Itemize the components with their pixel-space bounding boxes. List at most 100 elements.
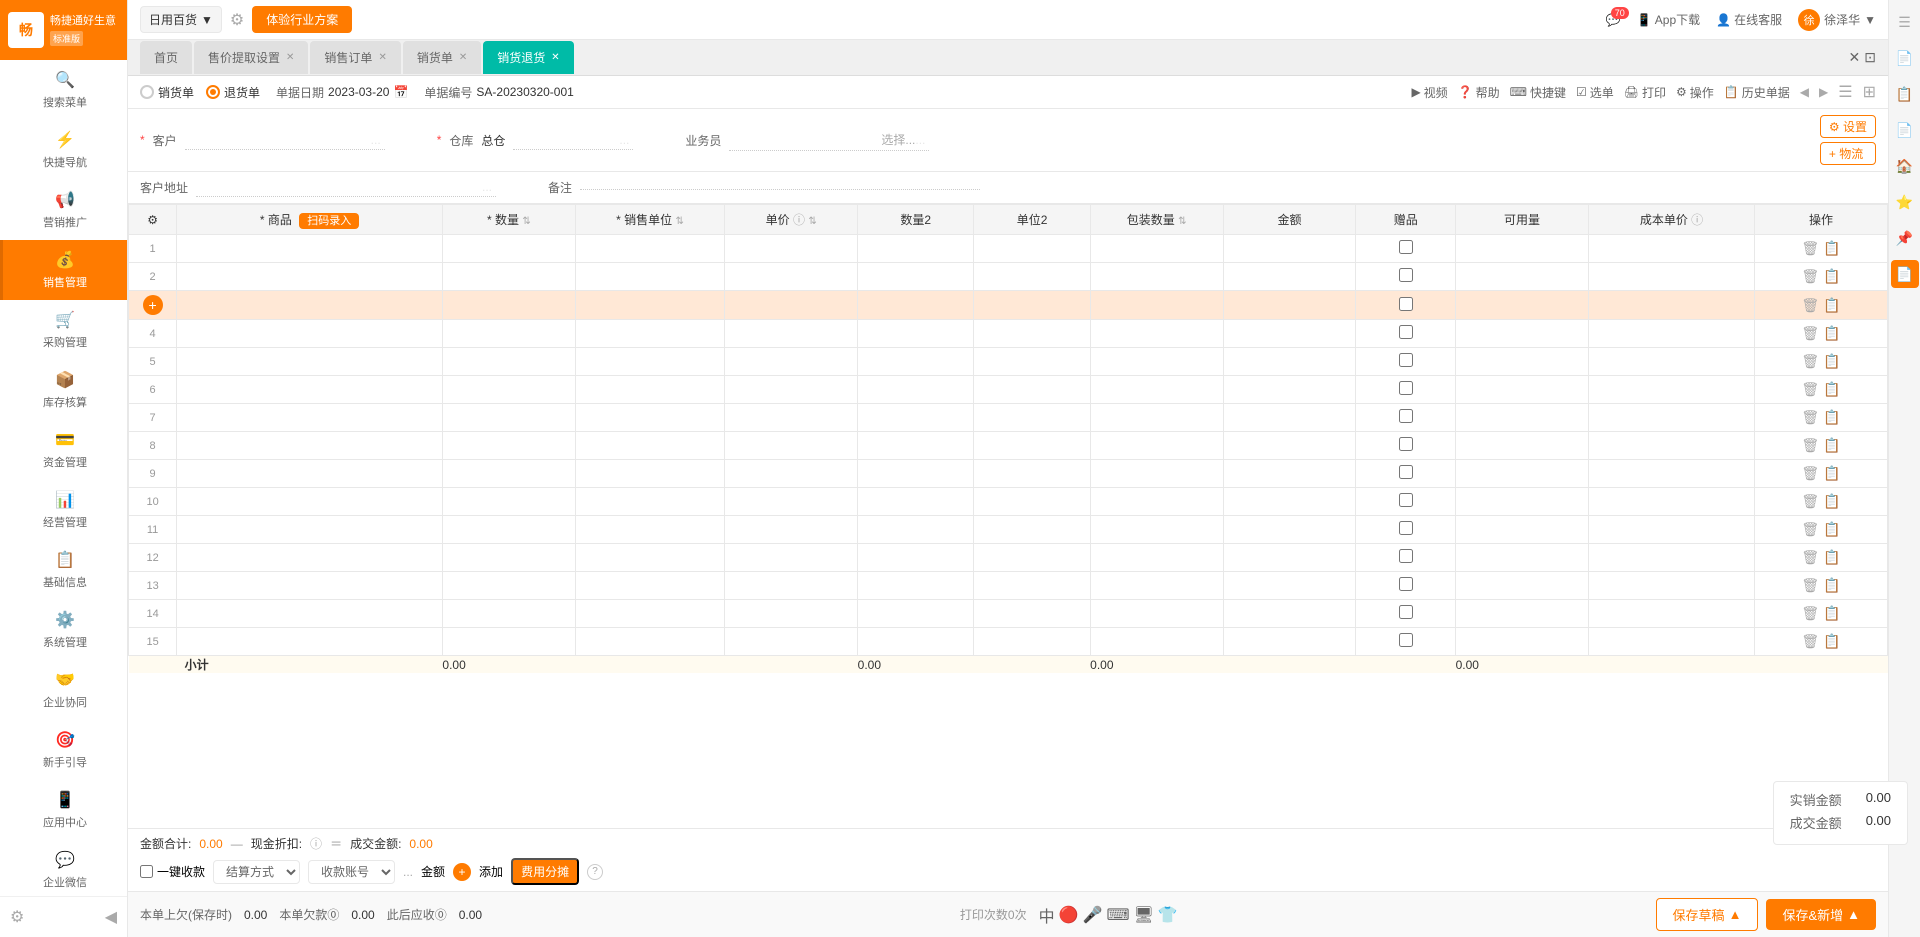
amount-cell[interactable]	[1223, 235, 1356, 263]
pack-qty-cell[interactable]	[1090, 544, 1223, 572]
pack-qty-cell[interactable]	[1090, 600, 1223, 628]
amount-cell[interactable]	[1223, 544, 1356, 572]
qty-cell[interactable]	[442, 263, 575, 291]
gift-cell[interactable]	[1356, 544, 1456, 572]
prev-doc-icon[interactable]: ◀	[1800, 85, 1809, 99]
sidebar-item-operation[interactable]: 📊 经营管理	[0, 480, 127, 540]
sale-unit-cell[interactable]	[575, 516, 724, 544]
unit-price-cell[interactable]	[725, 460, 858, 488]
address-input[interactable]: ...	[196, 178, 496, 197]
sale-unit-cell[interactable]	[575, 600, 724, 628]
sale-unit-cell[interactable]	[575, 628, 724, 656]
col-settings[interactable]: ⚙	[129, 205, 177, 235]
gift-cell[interactable]	[1356, 348, 1456, 376]
delete-row-icon[interactable]: 🗑	[1801, 493, 1819, 510]
goods-cell[interactable]	[177, 404, 443, 432]
delete-row-icon[interactable]: 🗑	[1801, 437, 1819, 454]
goods-cell[interactable]	[177, 516, 443, 544]
goods-cell[interactable]	[177, 544, 443, 572]
cost-unit-cell[interactable]	[1588, 432, 1754, 460]
gift-checkbox[interactable]	[1399, 437, 1413, 451]
sidebar-item-cooperation[interactable]: 🤝 企业协同	[0, 660, 127, 720]
add-row-button[interactable]: +	[143, 295, 163, 315]
amount-cell[interactable]	[1223, 516, 1356, 544]
copy-row-icon[interactable]: 📋	[1823, 409, 1840, 426]
sale-unit-cell[interactable]	[575, 544, 724, 572]
tab-sale-price[interactable]: 售价提取设置 ✕	[194, 41, 308, 74]
cost-unit-cell[interactable]	[1588, 404, 1754, 432]
copy-row-icon[interactable]: 📋	[1823, 297, 1840, 314]
settings-bottom-icon[interactable]: ⚙	[10, 907, 24, 927]
goods-cell[interactable]	[177, 460, 443, 488]
gift-cell[interactable]	[1356, 320, 1456, 348]
gift-checkbox[interactable]	[1399, 493, 1413, 507]
sidebar-item-search[interactable]: 🔍 搜索菜单	[0, 60, 127, 120]
unit-price-cell[interactable]	[725, 404, 858, 432]
sale-unit-cell[interactable]	[575, 404, 724, 432]
right-icon-1[interactable]: ☰	[1891, 8, 1919, 36]
delete-row-icon[interactable]: 🗑	[1801, 409, 1819, 426]
unit-price-cell[interactable]	[725, 263, 858, 291]
right-icon-6[interactable]: ⭐	[1891, 188, 1919, 216]
qty2-cell[interactable]	[858, 235, 974, 263]
unit-price-cell[interactable]	[725, 291, 858, 320]
qty-cell[interactable]	[442, 291, 575, 320]
gift-checkbox[interactable]	[1399, 240, 1413, 254]
unit2-cell[interactable]	[974, 488, 1090, 516]
amount-cell[interactable]	[1223, 263, 1356, 291]
salesperson-input[interactable]: 选择... ...	[729, 129, 929, 151]
goods-cell[interactable]	[177, 488, 443, 516]
copy-row-icon[interactable]: 📋	[1823, 493, 1840, 510]
qty-cell[interactable]	[442, 516, 575, 544]
copy-row-icon[interactable]: 📋	[1823, 325, 1840, 342]
unit-price-cell[interactable]	[725, 320, 858, 348]
date-picker-icon[interactable]: 📅	[393, 85, 408, 99]
grid-view-icon[interactable]: ⊞	[1863, 82, 1876, 102]
collapse-icon[interactable]: ◀	[105, 907, 117, 927]
amount-cell[interactable]	[1223, 600, 1356, 628]
unit2-cell[interactable]	[974, 291, 1090, 320]
available-cell[interactable]	[1456, 544, 1589, 572]
copy-row-icon[interactable]: 📋	[1823, 437, 1840, 454]
available-cell[interactable]	[1456, 572, 1589, 600]
qty-cell[interactable]	[442, 600, 575, 628]
sidebar-item-sales[interactable]: 💰 销售管理	[0, 240, 127, 300]
gift-checkbox[interactable]	[1399, 268, 1413, 282]
amount-cell[interactable]	[1223, 628, 1356, 656]
available-cell[interactable]	[1456, 376, 1589, 404]
goods-cell[interactable]	[177, 320, 443, 348]
pack-qty-cell[interactable]	[1090, 404, 1223, 432]
settings-button[interactable]: ⚙ 设置	[1820, 115, 1876, 138]
right-icon-7[interactable]: 📌	[1891, 224, 1919, 252]
unit2-cell[interactable]	[974, 376, 1090, 404]
qty2-cell[interactable]	[858, 291, 974, 320]
copy-row-icon[interactable]: 📋	[1823, 633, 1840, 650]
qty-cell[interactable]	[442, 628, 575, 656]
gift-checkbox[interactable]	[1399, 633, 1413, 647]
payment-account-select[interactable]: 收款账号	[308, 860, 395, 884]
available-cell[interactable]	[1456, 404, 1589, 432]
delete-row-icon[interactable]: 🗑	[1801, 381, 1819, 398]
available-cell[interactable]	[1456, 348, 1589, 376]
cost-unit-cell[interactable]	[1588, 516, 1754, 544]
industry-selector[interactable]: 日用百货 ▼	[140, 6, 222, 33]
amount-cell[interactable]	[1223, 320, 1356, 348]
gift-cell[interactable]	[1356, 404, 1456, 432]
delete-row-icon[interactable]: 🗑	[1801, 268, 1819, 285]
unit2-cell[interactable]	[974, 628, 1090, 656]
unit2-cell[interactable]	[974, 544, 1090, 572]
cost-unit-cell[interactable]	[1588, 572, 1754, 600]
sale-unit-cell[interactable]	[575, 432, 724, 460]
save-new-button[interactable]: 保存&新增 ▲	[1766, 899, 1876, 930]
copy-row-icon[interactable]: 📋	[1823, 465, 1840, 482]
amount-cell[interactable]	[1223, 376, 1356, 404]
warehouse-input[interactable]: ...	[513, 131, 633, 150]
tab-sales-delivery[interactable]: 销货单 ✕	[403, 41, 481, 74]
sale-unit-cell[interactable]	[575, 460, 724, 488]
gift-checkbox[interactable]	[1399, 521, 1413, 535]
tab-sales-order-close[interactable]: ✕	[378, 52, 386, 63]
pack-qty-cell[interactable]	[1090, 516, 1223, 544]
unit2-cell[interactable]	[974, 600, 1090, 628]
right-icon-4[interactable]: 📄	[1891, 116, 1919, 144]
amount-cell[interactable]	[1223, 432, 1356, 460]
